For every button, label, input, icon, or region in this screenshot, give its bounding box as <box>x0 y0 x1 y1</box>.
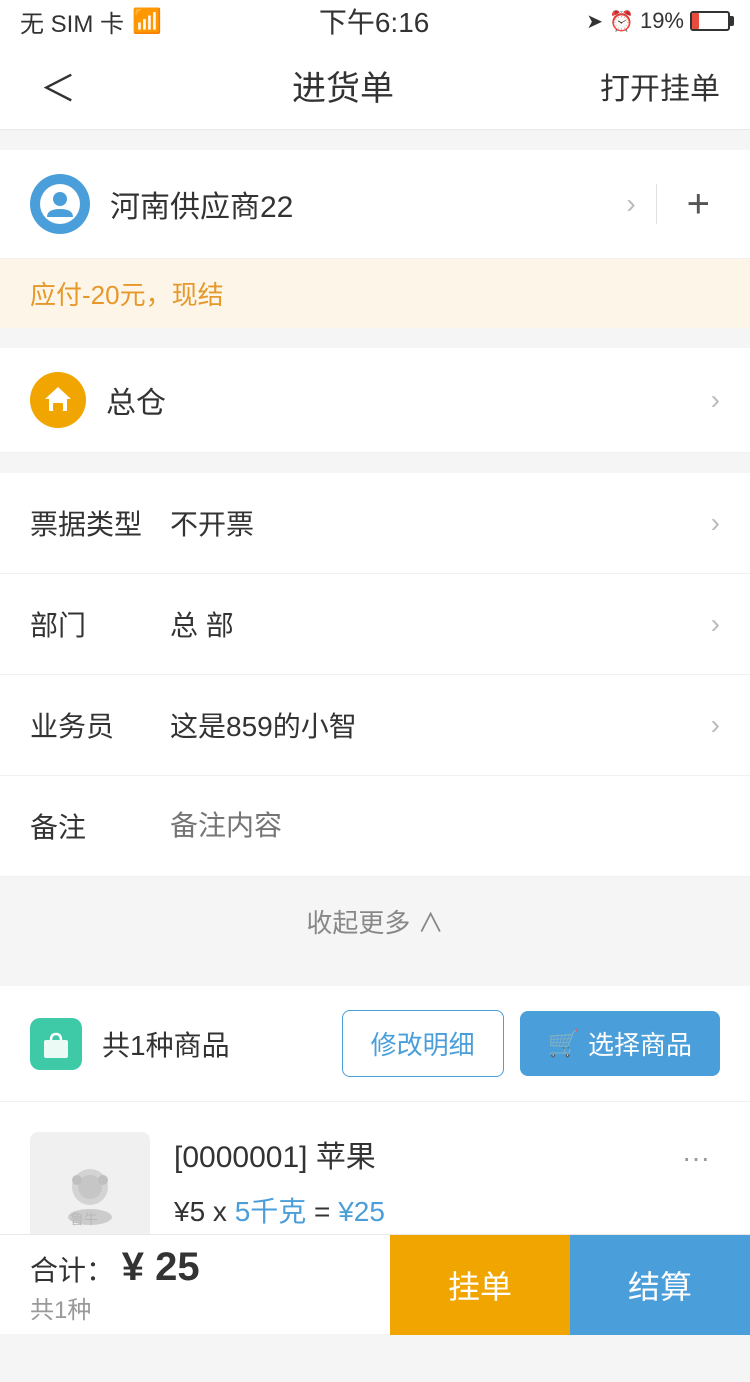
total-section: 合计： ¥ 25 共1种 <box>0 1245 390 1325</box>
remark-input[interactable] <box>150 810 720 842</box>
product-code: [0000001] <box>174 1141 307 1174</box>
salesman-chevron-icon: › <box>711 709 720 741</box>
supplier-section: 河南供应商22 › + 应付-20元，现结 <box>0 150 750 328</box>
product-info: [0000001] 苹果 ¥5 x 5千克 = ¥25 <box>174 1132 672 1230</box>
product-placeholder-icon: 鲁牛 <box>50 1152 130 1232</box>
warehouse-section: 总仓 › <box>0 348 750 453</box>
status-right: ➤ ⏰ 19% <box>586 8 730 34</box>
gap-3 <box>0 453 750 473</box>
salesman-row[interactable]: 业务员 这是859的小智 › <box>0 675 750 776</box>
supplier-chevron-icon: › <box>626 188 635 220</box>
wifi-icon: 📶 <box>132 7 162 36</box>
supplier-name: 河南供应商22 <box>110 182 616 226</box>
nav-bar: ＜ 进货单 打开挂单 <box>0 42 750 130</box>
back-button[interactable]: ＜ <box>30 50 86 122</box>
add-supplier-button[interactable]: + <box>677 182 720 227</box>
battery-percent: 19% <box>640 8 684 34</box>
invoice-chevron-icon: › <box>711 507 720 539</box>
warehouse-label: 总仓 <box>106 378 701 422</box>
product-price: ¥5 x 5千克 = ¥25 <box>174 1190 672 1230</box>
qty-text: 5千克 <box>235 1196 307 1227</box>
salesman-value: 这是859的小智 <box>150 705 701 745</box>
status-bar: 无 SIM 卡 📶 下午6:16 ➤ ⏰ 19% <box>0 0 750 42</box>
supplier-divider <box>656 184 657 224</box>
svg-text:鲁牛: 鲁牛 <box>70 1211 98 1227</box>
select-product-label: 选择商品 <box>588 1025 692 1062</box>
remark-row[interactable]: 备注 <box>0 776 750 877</box>
status-time: 下午6:16 <box>319 1 430 41</box>
equal-text: = <box>306 1196 338 1227</box>
modify-detail-button[interactable]: 修改明细 <box>342 1010 504 1077</box>
invoice-value: 不开票 <box>150 503 701 543</box>
warehouse-icon <box>30 372 86 428</box>
invoice-row[interactable]: 票据类型 不开票 › <box>0 473 750 574</box>
total-count: 共1种 <box>30 1290 360 1325</box>
product-more-button[interactable]: ··· <box>672 1132 720 1184</box>
shopping-bag-icon <box>40 1028 72 1060</box>
remark-label: 备注 <box>30 806 150 846</box>
cart-icon: 🛒 <box>548 1028 580 1059</box>
no-sim-text: 无 SIM 卡 <box>20 4 124 39</box>
salesman-label: 业务员 <box>30 705 150 745</box>
department-row[interactable]: 部门 总 部 › <box>0 574 750 675</box>
invoice-label: 票据类型 <box>30 503 150 543</box>
checkout-button[interactable]: 结算 <box>570 1235 750 1335</box>
pending-button[interactable]: 挂单 <box>390 1235 570 1335</box>
gap-1 <box>0 130 750 150</box>
supplier-row[interactable]: 河南供应商22 › + <box>0 150 750 259</box>
avatar-inner <box>40 184 80 224</box>
department-chevron-icon: › <box>711 608 720 640</box>
price-text: ¥5 x <box>174 1196 235 1227</box>
home-icon <box>41 383 75 417</box>
supplier-avatar <box>30 174 90 234</box>
location-icon: ➤ <box>586 9 603 34</box>
total-amount: ¥ 25 <box>122 1245 200 1289</box>
product-apple: 苹果 <box>316 1141 376 1174</box>
battery-icon <box>690 11 730 31</box>
warehouse-chevron-icon: › <box>711 384 720 416</box>
status-left: 无 SIM 卡 📶 <box>20 4 162 39</box>
warehouse-row[interactable]: 总仓 › <box>0 348 750 453</box>
product-header: 共1种商品 修改明细 🛒 选择商品 <box>0 986 750 1101</box>
gap-2 <box>0 328 750 348</box>
page-title: 进货单 <box>292 61 394 110</box>
total-row: 合计： ¥ 25 <box>30 1245 360 1290</box>
alarm-icon: ⏰ <box>609 9 634 34</box>
notice-bar: 应付-20元，现结 <box>0 259 750 328</box>
product-name: [0000001] 苹果 <box>174 1132 672 1176</box>
department-label: 部门 <box>30 604 150 644</box>
product-count-icon <box>30 1018 82 1070</box>
collapse-button[interactable]: 收起更多 ∧ <box>0 877 750 966</box>
department-value: 总 部 <box>150 604 701 644</box>
open-pending-button[interactable]: 打开挂单 <box>600 64 720 108</box>
product-count-text: 共1种商品 <box>102 1024 342 1064</box>
user-icon <box>45 189 75 219</box>
bottom-bar: 合计： ¥ 25 共1种 挂单 结算 <box>0 1234 750 1334</box>
total-text: ¥25 <box>338 1196 385 1227</box>
select-product-button[interactable]: 🛒 选择商品 <box>520 1011 720 1076</box>
form-section: 票据类型 不开票 › 部门 总 部 › 业务员 这是859的小智 › 备注 <box>0 473 750 877</box>
total-label: 合计： <box>30 1255 114 1286</box>
